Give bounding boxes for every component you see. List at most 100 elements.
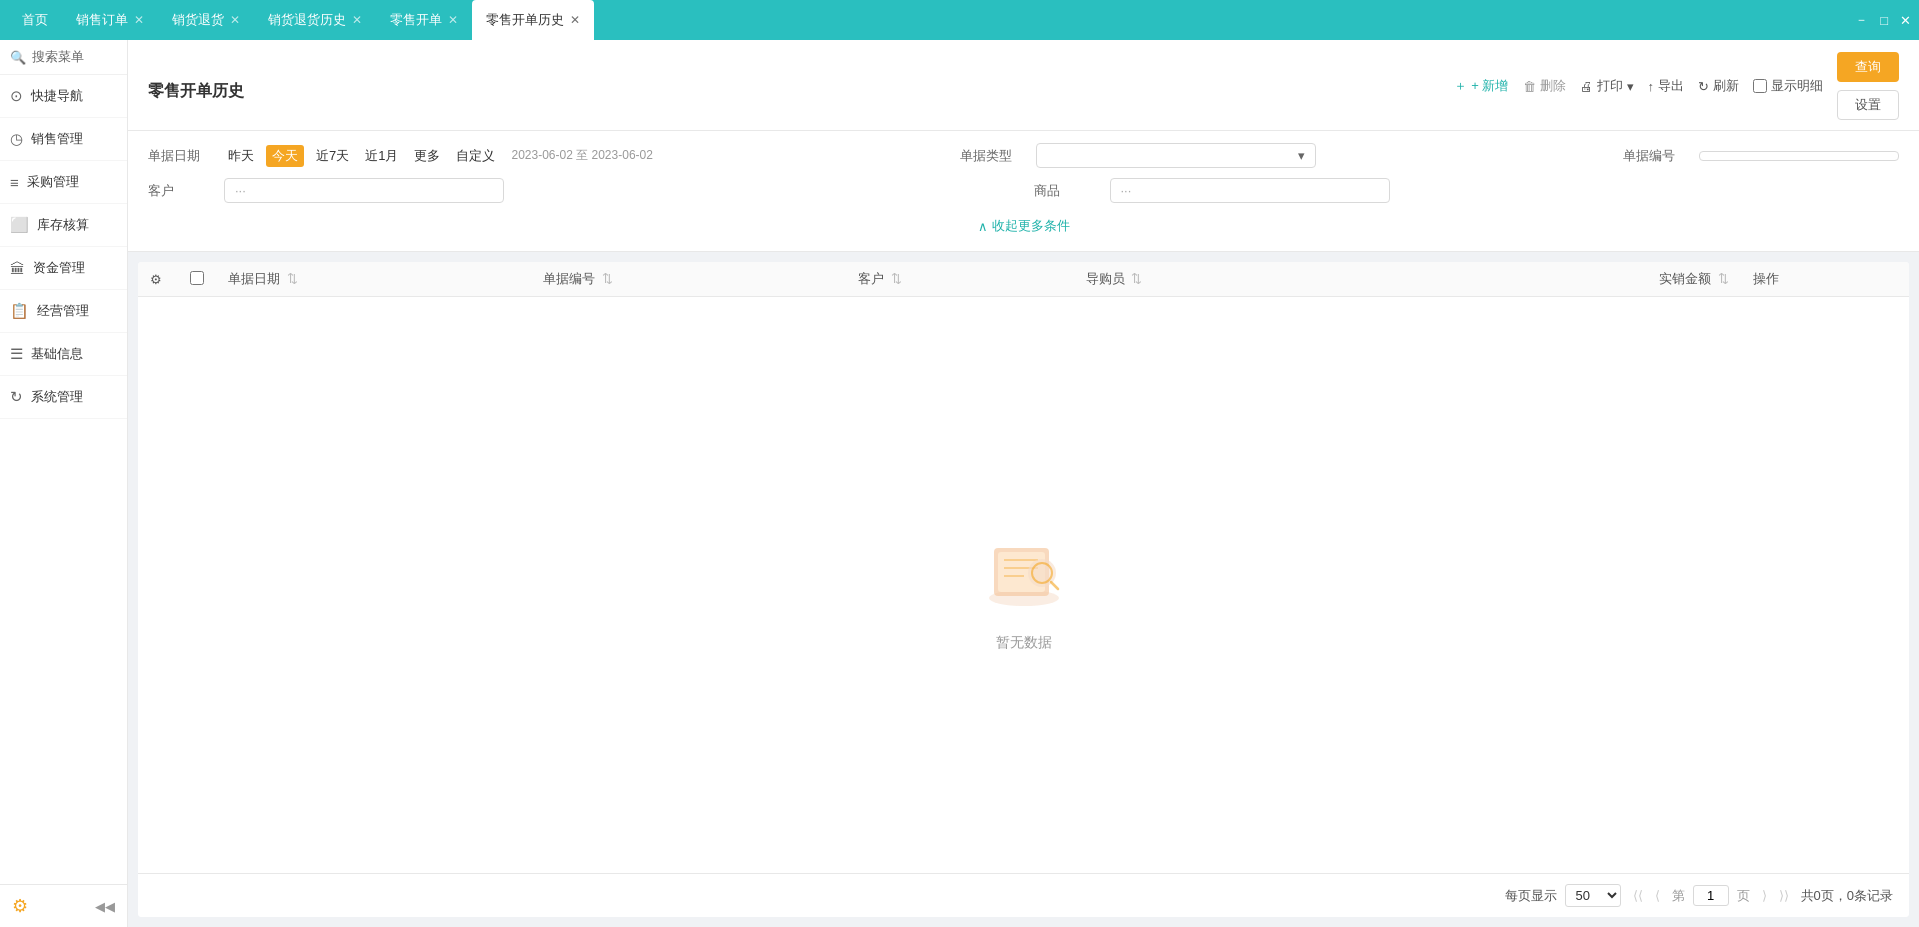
sidebar-item-finance[interactable]: 🏛 资金管理 — [0, 247, 127, 290]
svg-line-8 — [1051, 582, 1058, 589]
tab-home[interactable]: 首页 — [8, 0, 62, 40]
query-button[interactable]: 查询 — [1837, 52, 1899, 82]
goods-label: 商品 — [1034, 182, 1090, 200]
maximize-btn[interactable]: □ — [1880, 13, 1888, 28]
collapse-sidebar-icon[interactable]: ◀◀ — [95, 899, 115, 914]
sort-customer-icon: ⇅ — [891, 271, 902, 286]
date-opt-custom[interactable]: 自定义 — [452, 145, 499, 167]
th-action: 操作 — [1741, 262, 1909, 297]
sidebar-item-basic-info[interactable]: ☰ 基础信息 — [0, 333, 127, 376]
inventory-icon: ⬜ — [10, 216, 29, 234]
close-btn[interactable]: ✕ — [1900, 13, 1911, 28]
content-area: 零售开单历史 ＋ + 新增 🗑 删除 🖨 打印 ▾ ↑ 导出 — [128, 40, 1919, 927]
empty-illustration — [974, 518, 1074, 618]
print-button[interactable]: 🖨 打印 ▾ — [1580, 77, 1634, 95]
show-detail-input[interactable] — [1753, 79, 1767, 93]
sidebar-item-inventory[interactable]: ⬜ 库存核算 — [0, 204, 127, 247]
sidebar-item-purchase-mgmt[interactable]: ≡ 采购管理 — [0, 161, 127, 204]
customer-input[interactable]: ··· — [224, 178, 504, 203]
prev-page-btn[interactable]: ⟨ — [1651, 886, 1664, 905]
settings-icon[interactable]: ⚙ — [12, 895, 28, 917]
th-no[interactable]: 单据编号 ⇅ — [531, 262, 846, 297]
sidebar-search[interactable]: 🔍 搜索菜单 — [0, 40, 127, 75]
page-title: 零售开单历史 — [148, 81, 244, 102]
export-icon: ↑ — [1648, 79, 1655, 94]
operations-icon: 📋 — [10, 302, 29, 320]
filter-row-customer: 客户 ··· 商品 ··· — [148, 178, 1899, 203]
minimize-btn[interactable]: － — [1855, 11, 1868, 29]
sidebar-item-sales-mgmt[interactable]: ◷ 销售管理 — [0, 118, 127, 161]
sidebar-item-quick-nav[interactable]: ⊙ 快捷导航 — [0, 75, 127, 118]
new-icon: ＋ — [1454, 77, 1467, 95]
window-actions: － □ ✕ — [1855, 11, 1911, 29]
basic-info-icon: ☰ — [10, 345, 23, 363]
show-detail-checkbox[interactable]: 显示明细 — [1753, 77, 1823, 95]
sales-mgmt-icon: ◷ — [10, 130, 23, 148]
date-opt-1month[interactable]: 近1月 — [361, 145, 402, 167]
tab-retail-open-history[interactable]: 零售开单历史 ✕ — [472, 0, 594, 40]
close-tab-sales-return-history[interactable]: ✕ — [352, 13, 362, 27]
empty-text: 暂无数据 — [996, 634, 1052, 652]
doc-type-select[interactable]: ▾ — [1036, 143, 1316, 168]
customer-label: 客户 — [148, 182, 204, 200]
sidebar-items: ⊙ 快捷导航 ◷ 销售管理 ≡ 采购管理 ⬜ 库存核算 🏛 资金管理 📋 经营管 — [0, 75, 127, 884]
sidebar-footer: ⚙ ◀◀ — [0, 884, 127, 927]
th-date[interactable]: 单据日期 ⇅ — [216, 262, 531, 297]
print-dropdown-icon[interactable]: ▾ — [1627, 79, 1634, 94]
goods-input[interactable]: ··· — [1110, 178, 1390, 203]
collapse-more-btn[interactable]: ∧ 收起更多条件 — [148, 213, 1899, 239]
page-label: 页 — [1733, 885, 1754, 907]
filter-row-date: 单据日期 昨天 今天 近7天 近1月 更多 自定义 2023-06-02 至 2… — [148, 143, 1899, 168]
doc-no-input[interactable] — [1699, 151, 1899, 161]
setting-button[interactable]: 设置 — [1837, 90, 1899, 120]
th-checkbox[interactable] — [178, 262, 216, 297]
first-page-btn[interactable]: ⟨⟨ — [1629, 886, 1647, 905]
tab-sales-return-history[interactable]: 销货退货历史 ✕ — [254, 0, 376, 40]
last-page-btn[interactable]: ⟩⟩ — [1775, 886, 1793, 905]
tab-sales-order[interactable]: 销售订单 ✕ — [62, 0, 158, 40]
th-amount[interactable]: 实销金额 ⇅ — [1426, 262, 1741, 297]
filter-panel: 单据日期 昨天 今天 近7天 近1月 更多 自定义 2023-06-02 至 2… — [128, 131, 1919, 252]
print-icon: 🖨 — [1580, 79, 1593, 94]
table-settings-icon[interactable]: ⚙ — [150, 272, 162, 287]
th-spacer — [1345, 262, 1426, 297]
per-page-select[interactable]: 50 100 200 — [1565, 884, 1621, 907]
delete-button[interactable]: 🗑 删除 — [1523, 77, 1566, 95]
refresh-icon: ↻ — [1698, 79, 1709, 94]
table-area: ⚙ 单据日期 ⇅ 单据编号 ⇅ — [138, 262, 1909, 917]
date-label: 单据日期 — [148, 147, 204, 165]
delete-icon: 🗑 — [1523, 79, 1536, 94]
page-input[interactable] — [1693, 885, 1729, 906]
sidebar-item-operations[interactable]: 📋 经营管理 — [0, 290, 127, 333]
sort-amount-icon: ⇅ — [1718, 271, 1729, 286]
export-button[interactable]: ↑ 导出 — [1648, 77, 1685, 95]
th-salesperson[interactable]: 导购员 ⇅ — [1074, 262, 1345, 297]
tab-retail-open[interactable]: 零售开单 ✕ — [376, 0, 472, 40]
close-tab-sales-return[interactable]: ✕ — [230, 13, 240, 27]
page-label-prefix: 第 — [1668, 885, 1689, 907]
date-range: 2023-06-02 至 2023-06-02 — [511, 147, 652, 164]
page-header: 零售开单历史 ＋ + 新增 🗑 删除 🖨 打印 ▾ ↑ 导出 — [128, 40, 1919, 131]
date-opt-today[interactable]: 今天 — [266, 145, 304, 167]
new-button[interactable]: ＋ + 新增 — [1454, 77, 1508, 95]
tab-sales-return[interactable]: 销货退货 ✕ — [158, 0, 254, 40]
sidebar-item-sys-mgmt[interactable]: ↻ 系统管理 — [0, 376, 127, 419]
close-tab-retail-open[interactable]: ✕ — [448, 13, 458, 27]
doc-type-label: 单据类型 — [960, 147, 1016, 165]
close-tab-retail-open-history[interactable]: ✕ — [570, 13, 580, 27]
top-nav-bar: 首页 销售订单 ✕ 销货退货 ✕ 销货退货历史 ✕ 零售开单 ✕ 零售开单历史 … — [0, 0, 1919, 40]
close-tab-sales-order[interactable]: ✕ — [134, 13, 144, 27]
doc-type-dropdown-icon: ▾ — [1298, 148, 1305, 163]
table-header-row: ⚙ 单据日期 ⇅ 单据编号 ⇅ — [138, 262, 1909, 297]
sort-salesperson-icon: ⇅ — [1131, 271, 1142, 286]
page-nav: ⟨⟨ ⟨ 第 页 ⟩ ⟩⟩ — [1629, 885, 1793, 907]
select-all-checkbox[interactable] — [190, 271, 204, 285]
main-layout: 🔍 搜索菜单 ⊙ 快捷导航 ◷ 销售管理 ≡ 采购管理 ⬜ 库存核算 🏛 资金 — [0, 40, 1919, 927]
date-opt-7days[interactable]: 近7天 — [312, 145, 353, 167]
date-opt-yesterday[interactable]: 昨天 — [224, 145, 258, 167]
th-settings[interactable]: ⚙ — [138, 262, 178, 297]
next-page-btn[interactable]: ⟩ — [1758, 886, 1771, 905]
date-opt-more[interactable]: 更多 — [410, 145, 444, 167]
th-customer[interactable]: 客户 ⇅ — [846, 262, 1074, 297]
refresh-button[interactable]: ↻ 刷新 — [1698, 77, 1739, 95]
